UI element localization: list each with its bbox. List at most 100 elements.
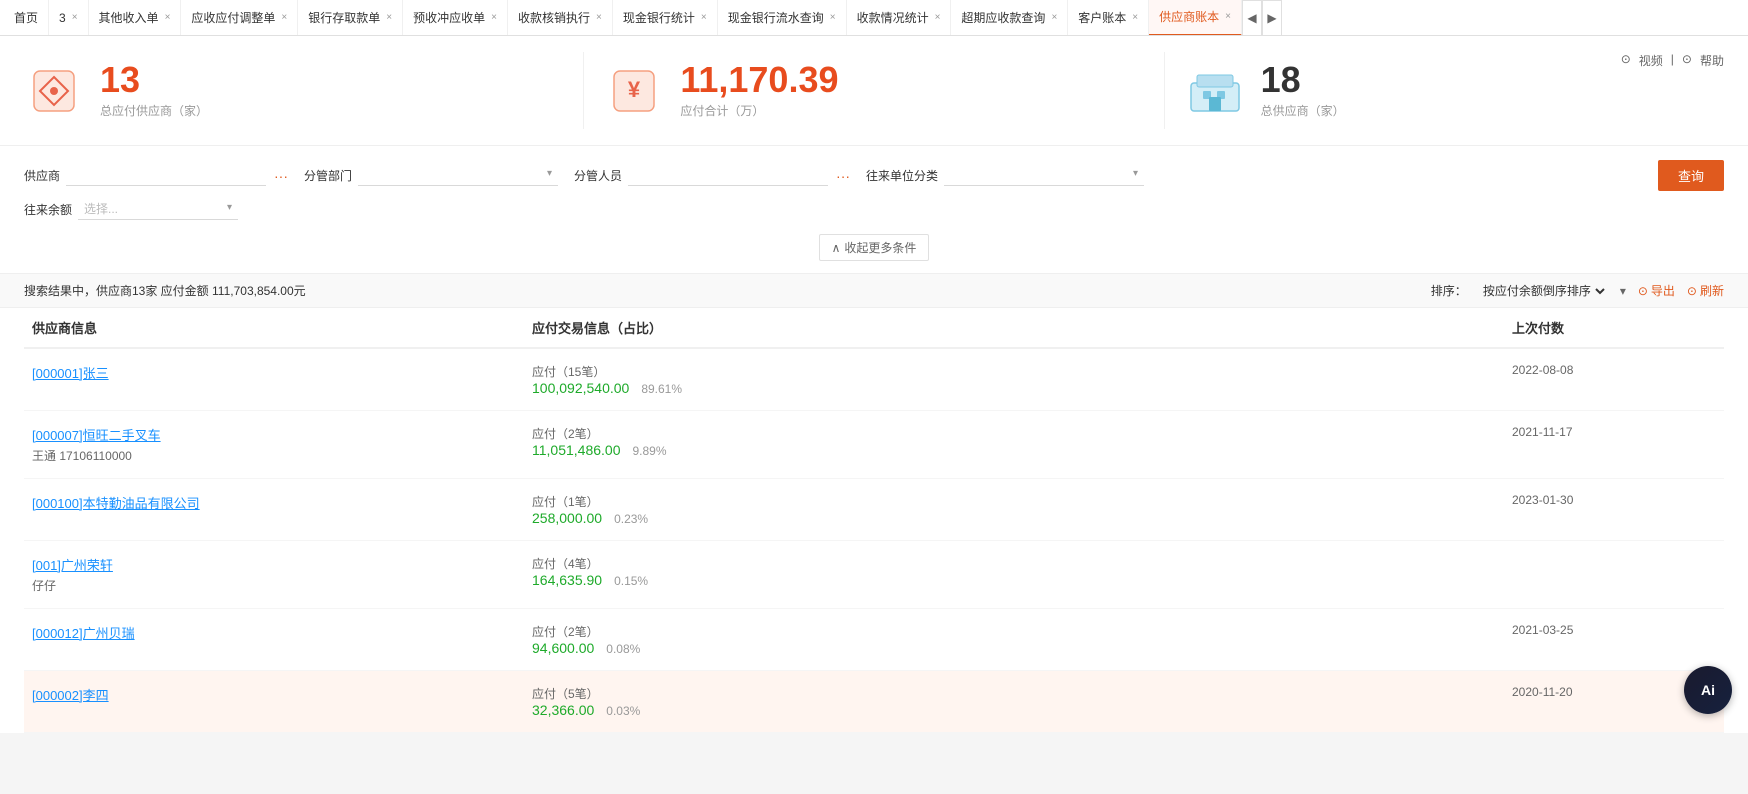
dept-select[interactable] xyxy=(358,165,558,186)
tx-pct-1: 9.89% xyxy=(633,444,667,458)
person-label: 分管人员 xyxy=(574,167,622,184)
nav-home[interactable]: 首页 xyxy=(4,0,49,36)
supplier-cell-1: [000007]恒旺二手叉车 王通 17106110000 xyxy=(24,425,524,464)
result-text: 搜索结果中，供应商13家 应付金额 111,703,854.00元 xyxy=(24,282,1431,299)
supplier-dots[interactable]: ··· xyxy=(274,168,288,184)
export-label: 导出 xyxy=(1651,282,1675,299)
nav-cash-bank-flow[interactable]: 现金银行流水查询 × xyxy=(718,0,847,36)
supplier-link-3[interactable]: [001]广州荣轩 xyxy=(32,558,113,573)
tx-label-2: 应付（1笔） xyxy=(532,493,1496,510)
tx-row-3: 164,635.90 0.15% xyxy=(532,572,1496,588)
supplier-input[interactable] xyxy=(66,165,266,186)
tx-pct-5: 0.03% xyxy=(606,704,640,718)
tx-amount-3[interactable]: 164,635.90 xyxy=(532,572,602,588)
supplier-filter: 供应商 ··· xyxy=(24,165,288,186)
nav-collection-stat[interactable]: 收款情况统计 × xyxy=(847,0,952,36)
tx-cell-5: 应付（5笔） 32,366.00 0.03% xyxy=(524,685,1504,718)
last-pay-2: 2023-01-30 xyxy=(1512,493,1573,507)
tx-pct-3: 0.15% xyxy=(614,574,648,588)
person-filter: 分管人员 ··· xyxy=(574,165,850,186)
tx-amount-2[interactable]: 258,000.00 xyxy=(532,510,602,526)
tx-amount-1[interactable]: 11,051,486.00 xyxy=(532,442,621,458)
supplier-link-1[interactable]: [000007]恒旺二手叉车 xyxy=(32,428,161,443)
nav-collection-exec[interactable]: 收款核销执行 × xyxy=(508,0,613,36)
tx-row-2: 258,000.00 0.23% xyxy=(532,510,1496,526)
nav-supplier-ledger-label: 供应商账本 xyxy=(1159,8,1219,25)
nav-next-arrow[interactable]: ▶ xyxy=(1262,0,1282,36)
tx-cell-3: 应付（4笔） 164,635.90 0.15% xyxy=(524,555,1504,588)
category-select-wrap[interactable] xyxy=(944,165,1144,186)
category-select[interactable] xyxy=(944,165,1144,186)
table-wrap: 供应商信息 应付交易信息（占比） 上次付数 [000001]张三 应付（15笔）… xyxy=(0,308,1748,733)
tx-row-1: 11,051,486.00 9.89% xyxy=(532,442,1496,458)
tx-amount-4[interactable]: 94,600.00 xyxy=(532,640,594,656)
nav-cash-bank-stat-close[interactable]: × xyxy=(701,12,707,23)
payable-suppliers-label: 总应付供应商（家） xyxy=(100,102,208,119)
nav-bank-deposit-close[interactable]: × xyxy=(386,12,392,23)
sort-arrow-icon: ▾ xyxy=(1620,284,1626,298)
tx-amount-0[interactable]: 100,092,540.00 xyxy=(532,380,629,396)
collapse-button[interactable]: ∧ 收起更多条件 xyxy=(819,234,930,261)
stat-payable-total: ¥ 11,170.39 应付合计（万） xyxy=(604,52,1143,129)
video-link[interactable]: 视频 xyxy=(1639,52,1663,69)
nav-overdue-query[interactable]: 超期应收款查询 × xyxy=(951,0,1068,36)
query-button[interactable]: 查询 xyxy=(1658,160,1724,191)
person-input[interactable] xyxy=(628,165,828,186)
nav-overdue-close[interactable]: × xyxy=(1051,12,1057,23)
nav-supplier-ledger[interactable]: 供应商账本 × xyxy=(1149,0,1242,36)
nav-arpa-close[interactable]: × xyxy=(281,12,287,23)
nav-home-label: 首页 xyxy=(14,9,38,26)
sort-label: 排序： xyxy=(1431,282,1467,299)
collapse-row: ∧ 收起更多条件 xyxy=(24,228,1724,263)
last-pay-1: 2021-11-17 xyxy=(1512,425,1573,439)
nav-tab-3[interactable]: 3 × xyxy=(49,0,89,36)
stat-divider-2 xyxy=(1164,52,1165,129)
supplier-link-0[interactable]: [000001]张三 xyxy=(32,366,109,381)
balance-select-wrap[interactable]: 选择... xyxy=(78,199,238,220)
nav-other-income-label: 其他收入单 xyxy=(99,9,159,26)
refresh-label: 刷新 xyxy=(1700,282,1724,299)
nav-collection-stat-label: 收款情况统计 xyxy=(857,9,929,26)
refresh-icon: ⊙ xyxy=(1687,284,1697,298)
refresh-button[interactable]: ⊙ 刷新 xyxy=(1687,282,1724,299)
ai-label: Ai xyxy=(1701,682,1715,698)
tx-pct-4: 0.08% xyxy=(606,642,640,656)
supplier-link-2[interactable]: [000100]本特勤油品有限公司 xyxy=(32,496,200,511)
tx-pct-2: 0.23% xyxy=(614,512,648,526)
ai-button[interactable]: Ai xyxy=(1684,666,1732,714)
nav-tab-3-close[interactable]: × xyxy=(72,12,78,23)
person-dots[interactable]: ··· xyxy=(836,168,850,184)
dept-select-wrap[interactable] xyxy=(358,165,558,186)
nav-advance-close[interactable]: × xyxy=(491,12,497,23)
nav-other-income[interactable]: 其他收入单 × xyxy=(89,0,182,36)
nav-advance[interactable]: 预收冲应收单 × xyxy=(403,0,508,36)
nav-collection-stat-close[interactable]: × xyxy=(935,12,941,23)
tx-cell-0: 应付（15笔） 100,092,540.00 89.61% xyxy=(524,363,1504,396)
balance-select[interactable]: 选择... xyxy=(78,199,238,220)
sort-select[interactable]: 按应付余额倒序排序 xyxy=(1479,283,1608,299)
filter-row-1: 供应商 ··· 分管部门 分管人员 ··· 往来单位分类 查询 xyxy=(24,160,1724,191)
tx-row-5: 32,366.00 0.03% xyxy=(532,702,1496,718)
nav-cash-bank-stat[interactable]: 现金银行统计 × xyxy=(613,0,718,36)
nav-tab-3-label: 3 xyxy=(59,11,66,25)
nav-bank-deposit[interactable]: 银行存取款单 × xyxy=(298,0,403,36)
tx-label-3: 应付（4笔） xyxy=(532,555,1496,572)
supplier-link-4[interactable]: [000012]广州贝瑞 xyxy=(32,626,135,641)
nav-prev-arrow[interactable]: ◀ xyxy=(1242,0,1262,36)
nav-other-income-close[interactable]: × xyxy=(165,12,171,23)
nav-cash-bank-flow-close[interactable]: × xyxy=(830,12,836,23)
dept-filter: 分管部门 xyxy=(304,165,558,186)
nav-arpa-adjust[interactable]: 应收应付调整单 × xyxy=(181,0,298,36)
tx-label-4: 应付（2笔） xyxy=(532,623,1496,640)
tx-amount-5[interactable]: 32,366.00 xyxy=(532,702,594,718)
payable-suppliers-icon xyxy=(24,61,84,121)
nav-collection-exec-close[interactable]: × xyxy=(596,12,602,23)
supplier-cell-5: [000002]李四 xyxy=(24,685,524,704)
nav-customer-ledger-close[interactable]: × xyxy=(1132,12,1138,23)
nav-customer-ledger[interactable]: 客户账本 × xyxy=(1068,0,1149,36)
stat-payable-suppliers: 13 总应付供应商（家） xyxy=(24,52,563,129)
help-link[interactable]: 帮助 xyxy=(1700,52,1724,69)
export-button[interactable]: ⊙ 导出 xyxy=(1638,282,1675,299)
nav-supplier-ledger-close[interactable]: × xyxy=(1225,11,1231,22)
supplier-link-5[interactable]: [000002]李四 xyxy=(32,688,109,703)
